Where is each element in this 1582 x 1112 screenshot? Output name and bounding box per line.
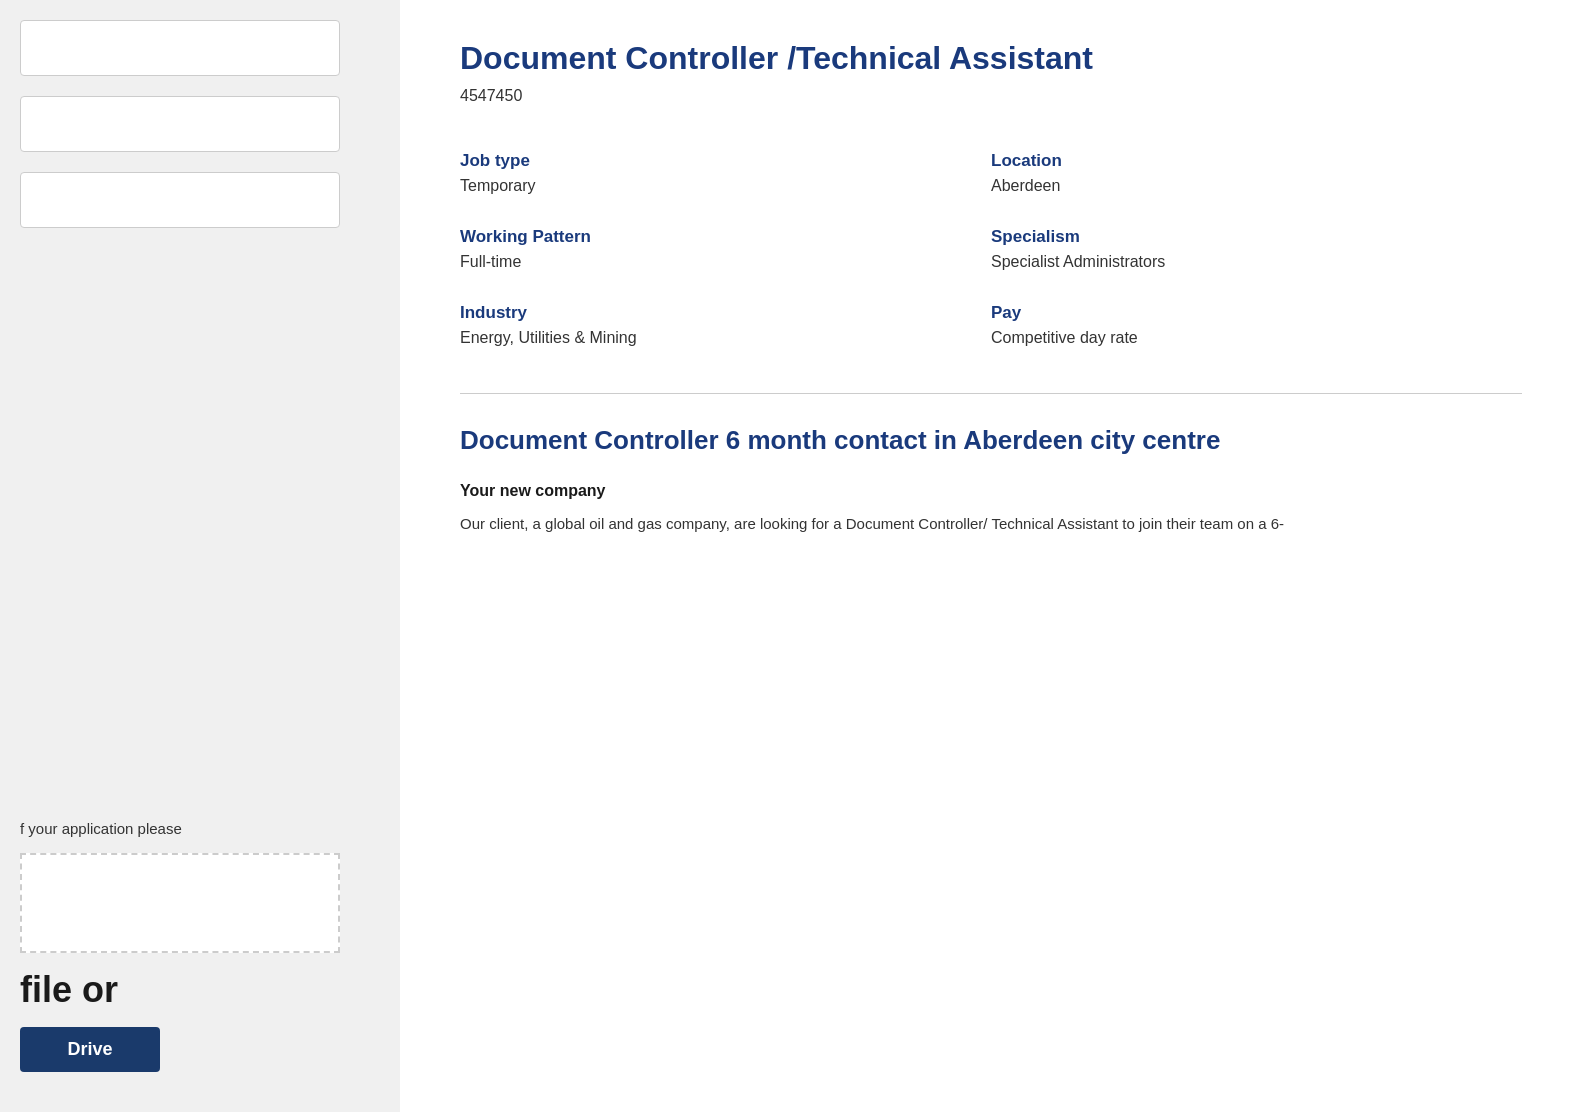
left-bottom: f your application please file or Drive	[20, 820, 340, 1072]
right-panel: Document Controller /Technical Assistant…	[400, 0, 1582, 1112]
input-box-1[interactable]	[20, 20, 340, 76]
working-pattern-label: Working Pattern	[460, 227, 991, 247]
specialism-label: Specialism	[991, 227, 1522, 247]
specialism-item: Specialism Specialist Administrators	[991, 211, 1522, 287]
location-label: Location	[991, 151, 1522, 171]
input-box-2[interactable]	[20, 96, 340, 152]
input-box-3[interactable]	[20, 172, 340, 228]
application-text: f your application please	[20, 820, 340, 837]
section-divider	[460, 393, 1522, 394]
description-text: Our client, a global oil and gas company…	[460, 512, 1522, 536]
location-item: Location Aberdeen	[991, 135, 1522, 211]
industry-value: Energy, Utilities & Mining	[460, 329, 991, 347]
specialism-value: Specialist Administrators	[991, 253, 1522, 271]
file-or-label: file or	[20, 969, 340, 1011]
pay-label: Pay	[991, 303, 1522, 323]
location-value: Aberdeen	[991, 177, 1522, 195]
industry-label: Industry	[460, 303, 991, 323]
job-type-label: Job type	[460, 151, 991, 171]
drive-button[interactable]: Drive	[20, 1027, 160, 1072]
pay-value: Competitive day rate	[991, 329, 1522, 347]
working-pattern-value: Full-time	[460, 253, 991, 271]
working-pattern-item: Working Pattern Full-time	[460, 211, 991, 287]
pay-item: Pay Competitive day rate	[991, 287, 1522, 363]
job-id: 4547450	[460, 87, 1522, 105]
subsection-label: Your new company	[460, 482, 1522, 500]
industry-item: Industry Energy, Utilities & Mining	[460, 287, 991, 363]
dashed-upload-box[interactable]	[20, 853, 340, 953]
job-type-value: Temporary	[460, 177, 991, 195]
left-panel: f your application please file or Drive	[0, 0, 400, 1112]
job-title: Document Controller /Technical Assistant	[460, 40, 1522, 77]
job-details-grid: Job type Temporary Location Aberdeen Wor…	[460, 135, 1522, 363]
description-section-title: Document Controller 6 month contact in A…	[460, 424, 1522, 458]
job-type-item: Job type Temporary	[460, 135, 991, 211]
